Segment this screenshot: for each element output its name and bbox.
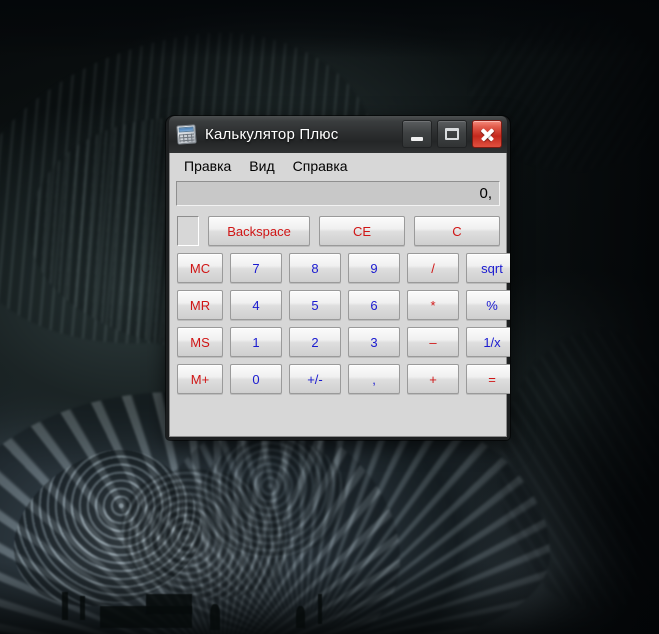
- memory-recall-button[interactable]: MR: [177, 290, 223, 320]
- keypad-row-3: MS 1 2 3 – 1/x: [177, 327, 510, 357]
- keypad-row-4: M+ 0 +/- , + =: [177, 364, 510, 394]
- percent-button[interactable]: %: [466, 290, 510, 320]
- keypad-row-1: MC 7 8 9 / sqrt: [177, 253, 510, 283]
- maximize-button[interactable]: [437, 120, 467, 148]
- digit-2-button[interactable]: 2: [289, 327, 341, 357]
- multiply-button[interactable]: *: [407, 290, 459, 320]
- menu-item-help[interactable]: Справка: [285, 156, 356, 176]
- maximize-icon: [445, 128, 459, 140]
- wallpaper-top-shade: [0, 0, 659, 58]
- sqrt-button[interactable]: sqrt: [466, 253, 510, 283]
- digit-8-button[interactable]: 8: [289, 253, 341, 283]
- digit-4-button[interactable]: 4: [230, 290, 282, 320]
- desktop: Калькулятор Плюс Правка Вид Справка 0, B…: [0, 0, 659, 634]
- calculator-window[interactable]: Калькулятор Плюс Правка Вид Справка 0, B…: [166, 116, 510, 440]
- equals-button[interactable]: =: [466, 364, 510, 394]
- display-value: 0,: [479, 185, 492, 202]
- keypad-row-top: Backspace CE C: [177, 216, 500, 246]
- wallpaper-structure-b: [146, 594, 192, 614]
- menubar: Правка Вид Справка: [170, 153, 506, 179]
- subtract-button[interactable]: –: [407, 327, 459, 357]
- digit-5-button[interactable]: 5: [289, 290, 341, 320]
- digit-1-button[interactable]: 1: [230, 327, 282, 357]
- window-controls: [402, 120, 502, 148]
- menu-item-view[interactable]: Вид: [241, 156, 282, 176]
- close-icon: [480, 127, 495, 142]
- memory-store-button[interactable]: MS: [177, 327, 223, 357]
- decimal-separator-button[interactable]: ,: [348, 364, 400, 394]
- wallpaper-spiral-cluster-c: [190, 430, 352, 566]
- close-button[interactable]: [472, 120, 502, 148]
- digit-9-button[interactable]: 9: [348, 253, 400, 283]
- calculator-icon: [176, 124, 197, 145]
- window-title: Калькулятор Плюс: [205, 126, 339, 143]
- digit-7-button[interactable]: 7: [230, 253, 282, 283]
- wallpaper-structure-a: [100, 606, 192, 628]
- display-container: 0,: [170, 179, 506, 206]
- sign-toggle-button[interactable]: +/-: [289, 364, 341, 394]
- window-titlebar[interactable]: Калькулятор Плюс: [169, 116, 507, 153]
- wallpaper-spiral-cluster-b: [106, 451, 304, 619]
- wallpaper-figure-b: [296, 606, 305, 628]
- clear-entry-button[interactable]: CE: [319, 216, 405, 246]
- digit-6-button[interactable]: 6: [348, 290, 400, 320]
- backspace-button[interactable]: Backspace: [208, 216, 310, 246]
- wallpaper-mast: [318, 594, 322, 624]
- wallpaper-figure-a: [210, 604, 220, 630]
- digit-0-button[interactable]: 0: [230, 364, 282, 394]
- keypad-row-2: MR 4 5 6 * %: [177, 290, 510, 320]
- add-button[interactable]: +: [407, 364, 459, 394]
- reciprocal-button[interactable]: 1/x: [466, 327, 510, 357]
- wallpaper-post-a: [62, 592, 68, 620]
- memory-add-button[interactable]: M+: [177, 364, 223, 394]
- wallpaper-post-b: [80, 596, 85, 620]
- wallpaper-spiral-cluster-a: [0, 429, 219, 631]
- memory-indicator: [177, 216, 199, 246]
- digit-3-button[interactable]: 3: [348, 327, 400, 357]
- menu-item-edit[interactable]: Правка: [176, 156, 239, 176]
- minimize-button[interactable]: [402, 120, 432, 148]
- memory-clear-button[interactable]: MC: [177, 253, 223, 283]
- display-field[interactable]: 0,: [176, 181, 500, 206]
- calculator-client-area: Правка Вид Справка 0, Backspace CE C MC: [169, 153, 510, 437]
- wallpaper-foreground-silhouette: [0, 562, 659, 634]
- clear-button[interactable]: C: [414, 216, 500, 246]
- keypad: Backspace CE C MC 7 8 9 / sqrt MR 4 5 6: [170, 206, 510, 400]
- divide-button[interactable]: /: [407, 253, 459, 283]
- minimize-icon: [411, 136, 423, 141]
- wallpaper-ribs-right: [500, 330, 659, 610]
